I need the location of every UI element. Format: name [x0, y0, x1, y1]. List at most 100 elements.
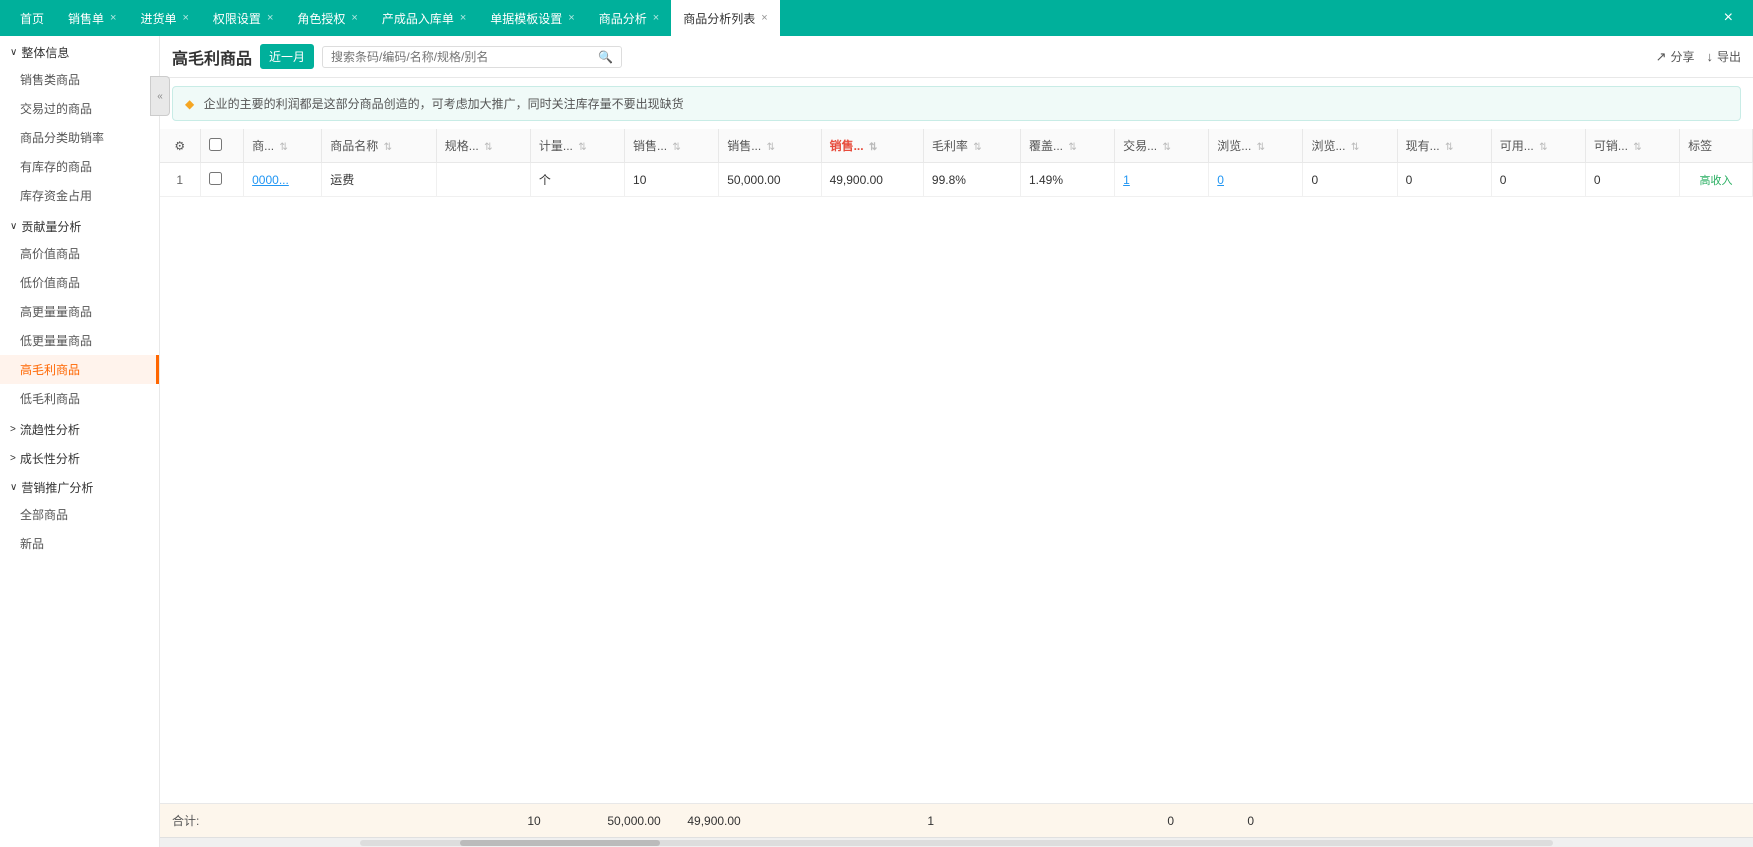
sort-icon-stock2: ⇅: [1539, 142, 1547, 153]
sort-icon-sales3: ⇅: [869, 142, 877, 153]
tab-product-analysis[interactable]: 商品分析 ×: [587, 0, 671, 36]
col-spec[interactable]: 规格... ⇅: [436, 129, 530, 163]
tab-permission-settings[interactable]: 权限设置 ×: [201, 0, 285, 36]
row-checkbox[interactable]: [209, 172, 222, 185]
tab-finished-goods[interactable]: 产成品入库单 ×: [370, 0, 478, 36]
sort-icon-sales2: ⇅: [767, 142, 775, 153]
product-table: ⚙ 商... ⇅ 商品名称 ⇅: [160, 129, 1753, 197]
tab-template-settings[interactable]: 单据模板设置 ×: [478, 0, 586, 36]
col-stock3[interactable]: 可销... ⇅: [1585, 129, 1679, 163]
cell-code[interactable]: 0000...: [244, 163, 322, 197]
arrow-marketing: ∨: [10, 482, 17, 493]
cell-index: 1: [160, 163, 200, 197]
sidebar-item-high-value[interactable]: 高价值商品: [0, 239, 159, 268]
footer-stock1: 0: [1159, 814, 1239, 828]
col-gross-rate[interactable]: 毛利率 ⇅: [923, 129, 1020, 163]
close-window-button[interactable]: ×: [1712, 9, 1745, 27]
cell-transactions[interactable]: 1: [1115, 163, 1209, 197]
sidebar-item-low-freq[interactable]: 低更量量商品: [0, 326, 159, 355]
footer-values: 10 50,000.00 49,900.00 1 0 0: [219, 814, 1741, 828]
sidebar-item-new-goods[interactable]: 新品: [0, 529, 159, 558]
settings-icon[interactable]: ⚙: [174, 139, 185, 153]
info-icon: ◆: [185, 97, 194, 111]
close-tab-analysis[interactable]: ×: [653, 12, 659, 24]
data-table-container: ⚙ 商... ⇅ 商品名称 ⇅: [160, 129, 1753, 803]
select-all-checkbox[interactable]: [209, 138, 222, 151]
arrow-overall: ∨: [10, 47, 17, 58]
close-tab-permission[interactable]: ×: [267, 12, 273, 24]
close-tab-purchase[interactable]: ×: [182, 12, 188, 24]
col-browse1[interactable]: 浏览... ⇅: [1209, 129, 1303, 163]
footer-summary: 合计: 10 50,000.00 49,900.00 1 0 0: [160, 803, 1753, 837]
sidebar-item-sales-goods[interactable]: 销售类商品: [0, 65, 159, 94]
cell-sales2: 50,000.00: [719, 163, 821, 197]
search-icon[interactable]: 🔍: [598, 50, 613, 64]
scrollbar-track[interactable]: [360, 840, 1553, 846]
sidebar-item-low-value[interactable]: 低价值商品: [0, 268, 159, 297]
sort-icon-sales1: ⇅: [672, 142, 680, 153]
sidebar-group-trend[interactable]: > 流趋性分析: [0, 413, 159, 442]
col-code[interactable]: 商... ⇅: [244, 129, 322, 163]
sidebar-item-low-margin[interactable]: 低毛利商品: [0, 384, 159, 413]
search-box: 🔍: [322, 46, 622, 68]
sort-icon-gross: ⇅: [973, 142, 981, 153]
col-sales3[interactable]: 销售... ⇅: [821, 129, 923, 163]
cell-tag: 高收入: [1680, 163, 1753, 197]
arrow-contribution: ∨: [10, 221, 17, 232]
sidebar-item-stock-capital[interactable]: 库存资金占用: [0, 181, 159, 210]
col-sales1[interactable]: 销售... ⇅: [625, 129, 719, 163]
sidebar-group-overall[interactable]: ∨ 整体信息: [0, 36, 159, 65]
share-button[interactable]: ↗ 分享: [1656, 48, 1695, 65]
cell-stock3: 0: [1585, 163, 1679, 197]
tab-purchase-order[interactable]: 进货单 ×: [128, 0, 200, 36]
cell-browse1[interactable]: 0: [1209, 163, 1303, 197]
footer-sales3: 49,900.00: [679, 814, 759, 828]
close-tab-template[interactable]: ×: [568, 12, 574, 24]
close-tab-analysis-list[interactable]: ×: [761, 12, 767, 24]
footer-sales2: 50,000.00: [599, 814, 679, 828]
col-stock2[interactable]: 可用... ⇅: [1491, 129, 1585, 163]
close-tab-role[interactable]: ×: [351, 12, 357, 24]
col-tag[interactable]: 标签: [1680, 129, 1753, 163]
search-input[interactable]: [331, 50, 598, 64]
sidebar-group-marketing[interactable]: ∨ 营销推广分析: [0, 471, 159, 500]
toggle-sidebar-button[interactable]: «: [150, 76, 170, 116]
col-sales2[interactable]: 销售... ⇅: [719, 129, 821, 163]
cell-stock1: 0: [1397, 163, 1491, 197]
sidebar-item-high-freq[interactable]: 高更量量商品: [0, 297, 159, 326]
col-coverage[interactable]: 覆盖... ⇅: [1020, 129, 1114, 163]
col-unit[interactable]: 计量... ⇅: [530, 129, 624, 163]
scrollbar-thumb[interactable]: [460, 840, 660, 846]
sidebar-item-in-stock[interactable]: 有库存的商品: [0, 152, 159, 181]
sidebar-item-all-goods[interactable]: 全部商品: [0, 500, 159, 529]
col-transactions[interactable]: 交易... ⇅: [1115, 129, 1209, 163]
sidebar-item-traded-goods[interactable]: 交易过的商品: [0, 94, 159, 123]
col-browse2[interactable]: 浏览... ⇅: [1303, 129, 1397, 163]
tab-role-auth[interactable]: 角色授权 ×: [285, 0, 369, 36]
sidebar-item-category-rate[interactable]: 商品分类助销率: [0, 123, 159, 152]
sidebar-group-growth[interactable]: > 成长性分析: [0, 442, 159, 471]
tab-sales-order[interactable]: 销售单 ×: [56, 0, 128, 36]
col-name[interactable]: 商品名称 ⇅: [322, 129, 437, 163]
tab-home[interactable]: 首页: [8, 0, 56, 36]
export-button[interactable]: ↓ 导出: [1706, 48, 1741, 65]
page-title: 高毛利商品: [172, 45, 252, 69]
table-row: 1 0000... 运费 个 10 50,000.00 49,900.00 99…: [160, 163, 1753, 197]
col-stock1[interactable]: 现有... ⇅: [1397, 129, 1491, 163]
sidebar-item-high-margin[interactable]: 高毛利商品: [0, 355, 159, 384]
top-navigation: 首页 销售单 × 进货单 × 权限设置 × 角色授权 × 产成品入库单 × 单据…: [0, 0, 1753, 36]
sidebar-group-contribution[interactable]: ∨ 贡献量分析: [0, 210, 159, 239]
cell-unit: 个: [530, 163, 624, 197]
tab-product-analysis-list[interactable]: 商品分析列表 ×: [671, 0, 779, 36]
cell-spec: [436, 163, 530, 197]
footer-empty2: [839, 814, 919, 828]
horizontal-scrollbar[interactable]: [160, 837, 1753, 847]
col-checkbox[interactable]: [200, 129, 244, 163]
info-banner: ◆ 企业的主要的利润都是这部分商品创造的，可考虑加大推广，同时关注库存量不要出现…: [172, 86, 1741, 121]
sort-icon-browse1: ⇅: [1257, 142, 1265, 153]
cell-checkbox[interactable]: [200, 163, 244, 197]
close-tab-sales-order[interactable]: ×: [110, 12, 116, 24]
close-tab-finished[interactable]: ×: [460, 12, 466, 24]
filter-recent-month-button[interactable]: 近一月: [260, 44, 314, 69]
sort-icon-unit: ⇅: [578, 142, 586, 153]
